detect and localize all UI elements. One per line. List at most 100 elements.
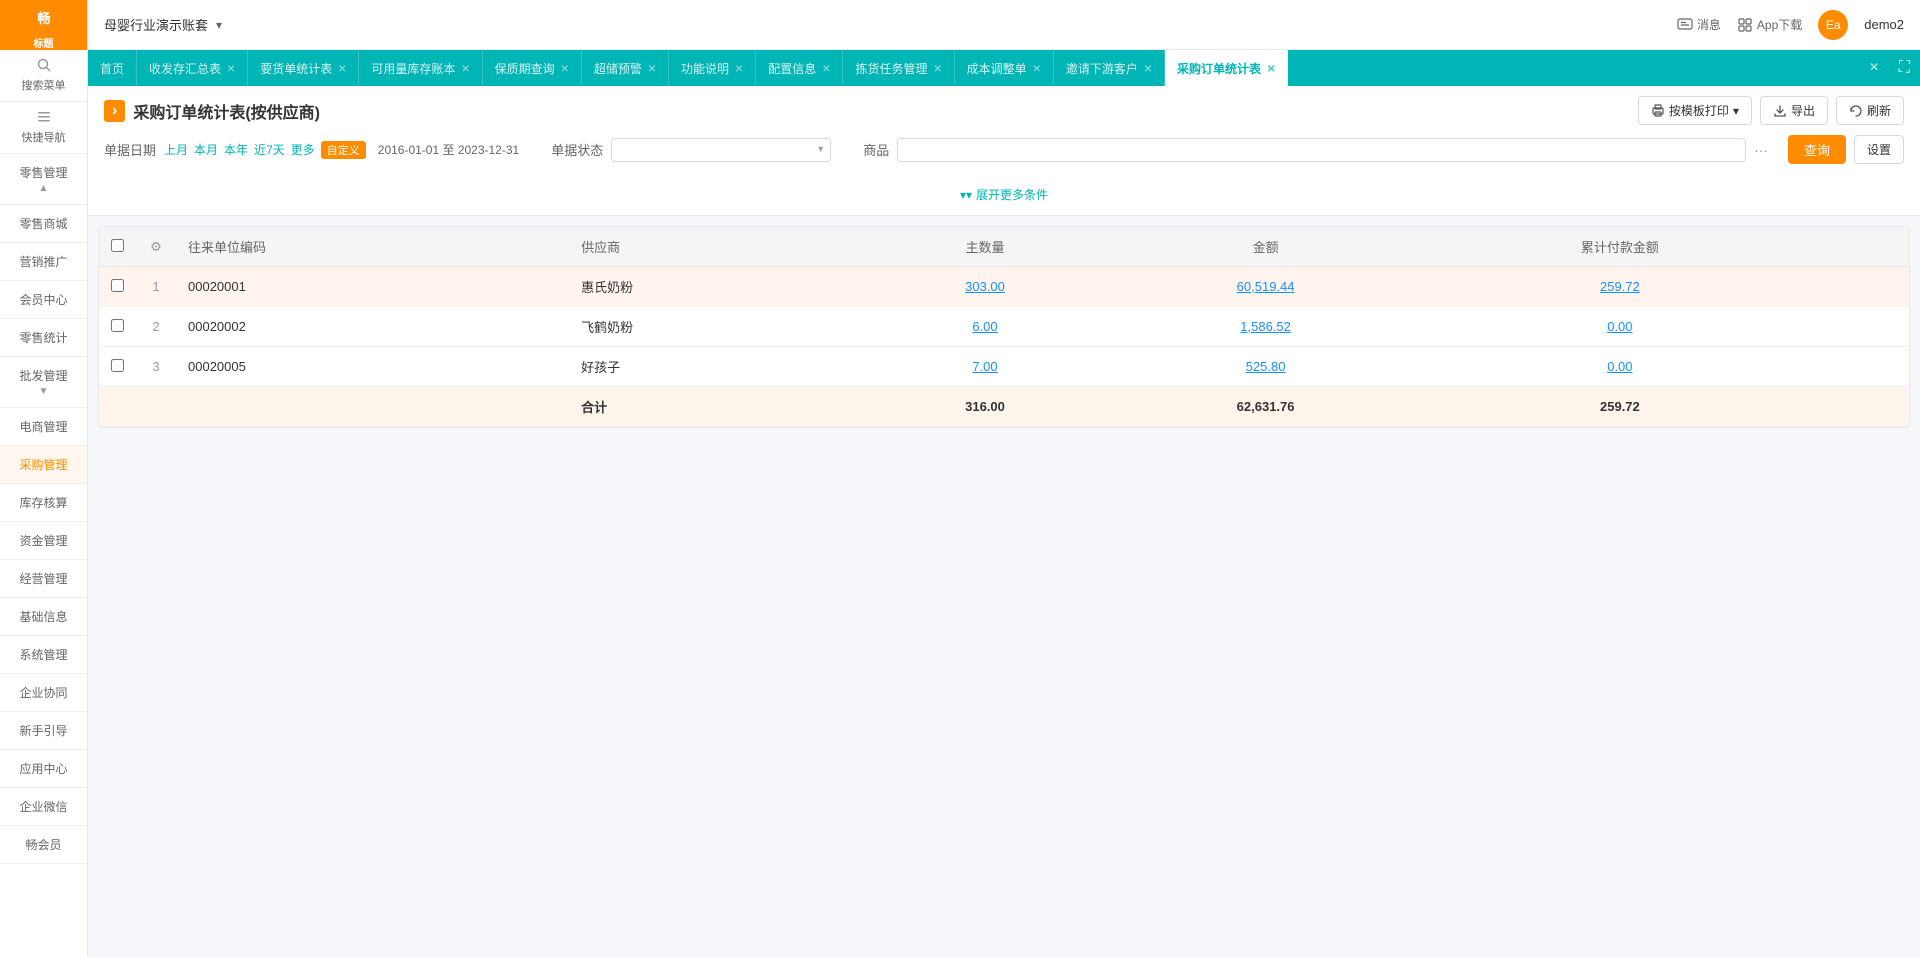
page-header-row: › 采购订单统计表(按供应商) 按模板打印 ▾ [88, 86, 1920, 125]
nav-tab-overstock[interactable]: 超储预警 × [582, 50, 669, 86]
nav-tab-label: 采购订单统计表 [1177, 60, 1261, 77]
nav-tab-cost-adjust[interactable]: 成本调整单 × [955, 50, 1054, 86]
sidebar-item-retail-shop[interactable]: 零售商城 [0, 205, 87, 243]
close-icon[interactable]: × [1267, 60, 1275, 76]
sidebar-item-base-info[interactable]: 基础信息 [0, 598, 87, 636]
filter-wrapper: › 采购订单统计表(按供应商) 按模板打印 ▾ [88, 86, 1920, 216]
goods-filter-label: 商品 [863, 140, 889, 159]
nav-tab-invite-downstream[interactable]: 邀请下游客户 × [1054, 50, 1165, 86]
nav-tab-label: 配置信息 [768, 60, 816, 77]
sidebar-item-label: 系统管理 [19, 646, 67, 663]
search-icon [37, 58, 51, 72]
template-print-btn[interactable]: 按模板打印 ▾ [1638, 96, 1752, 125]
status-select[interactable] [611, 138, 831, 162]
sidebar-item-label: 应用中心 [19, 760, 67, 777]
more-filter-btn[interactable]: ··· [1754, 142, 1768, 158]
topbar: 母婴行业演示账套 ▾ 消息 App下载 Ea [88, 0, 1920, 50]
row-supplier: 惠氏奶粉 [569, 267, 862, 307]
sidebar-item-retail-stats[interactable]: 零售统计 [0, 319, 87, 357]
maximize-btn[interactable]: ⛶ [1889, 50, 1920, 86]
nav-tab-receive-send[interactable]: 收发存汇总表 × [137, 50, 248, 86]
nav-tab-picking-task[interactable]: 拣货任务管理 × [843, 50, 954, 86]
select-all-checkbox[interactable] [111, 239, 124, 252]
sidebar-item-member[interactable]: 会员中心 [0, 281, 87, 319]
close-icon[interactable]: × [338, 60, 346, 76]
row-checkbox-cell [99, 347, 136, 387]
topbar-app-btn[interactable]: App下载 [1737, 16, 1802, 33]
sidebar-item-enterprise[interactable]: 企业协同 [0, 674, 87, 712]
row-checkbox-cell [99, 307, 136, 347]
topbar-left: 母婴行业演示账套 ▾ [104, 15, 222, 34]
row-amount: 60,519.44 [1108, 267, 1423, 307]
query-btn[interactable]: 查询 [1788, 135, 1846, 164]
row-code: 00020001 [176, 267, 569, 307]
close-icon[interactable]: × [1144, 60, 1152, 76]
shortcut-7days[interactable]: 近7天 [254, 141, 285, 158]
sidebar-item-purchase[interactable]: 采购管理 [0, 446, 87, 484]
close-icon[interactable]: × [648, 60, 656, 76]
refresh-icon [1849, 104, 1863, 118]
custom-date-badge: 自定义 [321, 141, 366, 159]
sidebar-search-label: 搜索菜单 [6, 77, 81, 93]
shortcut-more[interactable]: 更多 [291, 141, 315, 158]
sidebar-item-retail-mgmt[interactable]: 零售管理 ▲ [0, 154, 87, 205]
close-icon[interactable]: × [933, 60, 941, 76]
goods-input[interactable] [897, 138, 1746, 162]
date-filter-item: 单据日期 上月 本月 本年 近7天 更多 自定义 [104, 140, 366, 159]
shortcut-last-month[interactable]: 上月 [164, 141, 188, 158]
sidebar-item-inventory[interactable]: 库存核算 [0, 484, 87, 522]
sidebar-item-ecommerce[interactable]: 电商管理 [0, 408, 87, 446]
sidebar-item-label: 采购管理 [19, 456, 67, 473]
topbar-dropdown-btn[interactable]: ▾ [216, 18, 222, 32]
avatar[interactable]: Ea [1818, 10, 1848, 40]
close-icon[interactable]: × [735, 60, 743, 76]
expand-more-btn[interactable]: ▾▾ 展开更多条件 [952, 182, 1056, 207]
settings-btn[interactable]: 设置 [1854, 135, 1904, 164]
sidebar-item-member2[interactable]: 畅会员 [0, 826, 87, 864]
collapse-filter-btn[interactable]: › [104, 100, 125, 122]
user-name[interactable]: demo2 [1864, 17, 1904, 32]
export-btn[interactable]: 导出 [1760, 96, 1828, 125]
sidebar-item-newbie[interactable]: 新手引导 [0, 712, 87, 750]
sidebar-search[interactable]: 搜索菜单 [0, 50, 87, 102]
template-print-arrow: ▾ [1733, 104, 1739, 118]
col-settings[interactable]: ⚙ [136, 227, 176, 267]
total-extra [1816, 387, 1909, 427]
row-checkbox[interactable] [111, 279, 124, 292]
status-filter-label: 单据状态 [551, 140, 603, 159]
shortcut-this-month[interactable]: 本月 [194, 141, 218, 158]
sidebar-item-enterprise-wechat[interactable]: 企业微信 [0, 788, 87, 826]
row-checkbox[interactable] [111, 359, 124, 372]
col-checkbox [99, 227, 136, 267]
row-num: 1 [136, 267, 176, 307]
close-icon[interactable]: × [822, 60, 830, 76]
refresh-btn[interactable]: 刷新 [1836, 96, 1904, 125]
close-icon[interactable]: × [1033, 60, 1041, 76]
row-supplier: 飞鹤奶粉 [569, 307, 862, 347]
sidebar-item-operations[interactable]: 经营管理 [0, 560, 87, 598]
chevron-down-icon: ▲ [39, 183, 49, 194]
nav-tab-available-inventory[interactable]: 可用量库存账本 × [359, 50, 482, 86]
nav-tab-purchase-order-stats[interactable]: 采购订单统计表 × [1165, 50, 1288, 86]
topbar-message-btn[interactable]: 消息 [1677, 16, 1721, 33]
nav-tab-home[interactable]: 首页 [88, 50, 137, 86]
sidebar-item-app-center[interactable]: 应用中心 [0, 750, 87, 788]
nav-tab-config-info[interactable]: 配置信息 × [756, 50, 843, 86]
nav-tab-purchase-stats[interactable]: 要货单统计表 × [248, 50, 359, 86]
sidebar-item-finance[interactable]: 资金管理 [0, 522, 87, 560]
row-paid: 259.72 [1423, 267, 1816, 307]
close-icon[interactable]: × [461, 60, 469, 76]
nav-tab-label: 成本调整单 [967, 60, 1027, 77]
row-checkbox[interactable] [111, 319, 124, 332]
close-all-tabs-btn[interactable]: × [1859, 50, 1888, 86]
table-total-row: 合计 316.00 62,631.76 259.72 [99, 387, 1909, 427]
shortcut-this-year[interactable]: 本年 [224, 141, 248, 158]
close-icon[interactable]: × [227, 60, 235, 76]
sidebar-quicknav[interactable]: 快捷导航 [0, 102, 87, 154]
sidebar-item-marketing[interactable]: 营销推广 [0, 243, 87, 281]
nav-tab-expiry-query[interactable]: 保质期查询 × [483, 50, 582, 86]
nav-tab-function-desc[interactable]: 功能说明 × [669, 50, 756, 86]
sidebar-item-system[interactable]: 系统管理 [0, 636, 87, 674]
close-icon[interactable]: × [561, 60, 569, 76]
sidebar-item-wholesale[interactable]: 批发管理 ▼ [0, 357, 87, 408]
